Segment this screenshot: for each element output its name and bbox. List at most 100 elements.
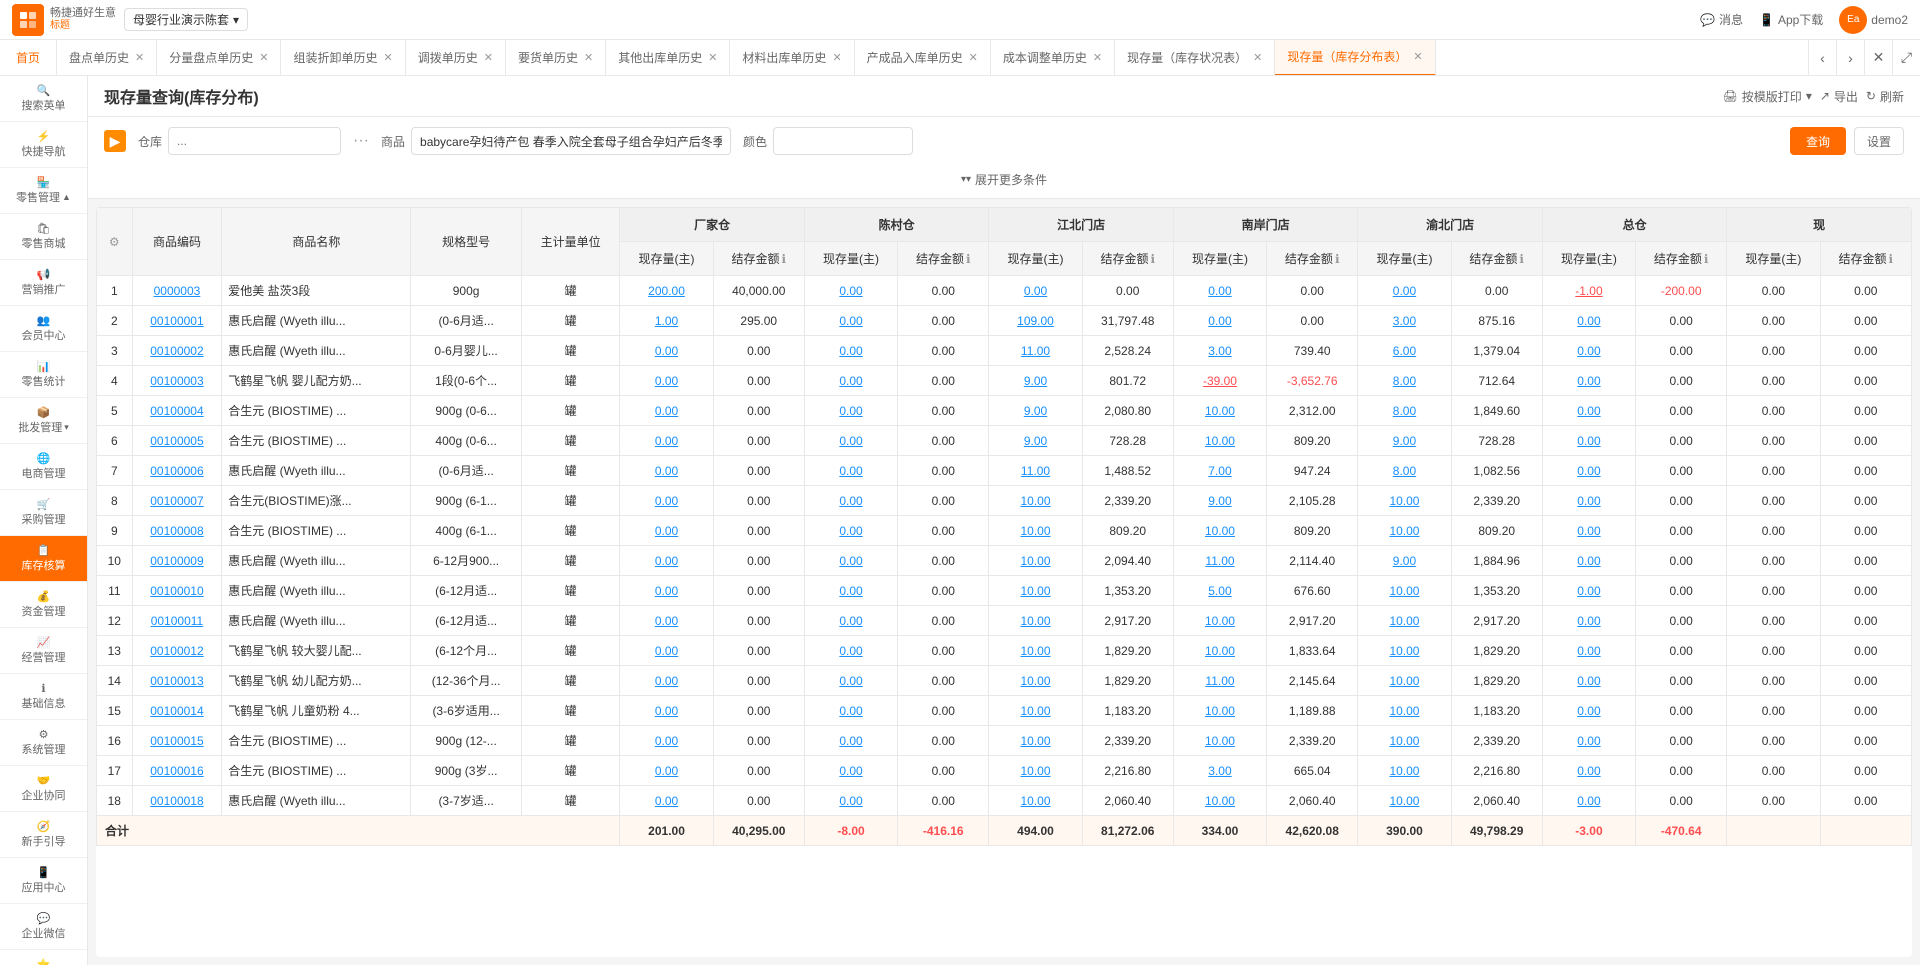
tab-close-icon[interactable]: ✕ xyxy=(384,51,393,64)
row-chen-cun[interactable]: 0.00 xyxy=(804,336,897,366)
row-code[interactable]: 00100010 xyxy=(132,576,222,606)
row-code[interactable]: 00100004 xyxy=(132,396,222,426)
row-jiangbei-cun[interactable]: 9.00 xyxy=(989,426,1082,456)
row-zong-cun[interactable]: 0.00 xyxy=(1542,696,1635,726)
refresh-btn[interactable]: ↻ 刷新 xyxy=(1866,88,1904,105)
row-nanan-cun[interactable]: 5.00 xyxy=(1173,576,1266,606)
row-yubei-cun[interactable]: 10.00 xyxy=(1358,696,1451,726)
row-changjia-cun[interactable]: 0.00 xyxy=(620,786,713,816)
row-code[interactable]: 00100012 xyxy=(132,636,222,666)
tab-close-icon[interactable]: ✕ xyxy=(1413,50,1422,63)
row-code[interactable]: 0000003 xyxy=(132,276,222,306)
row-zong-cun[interactable]: 0.00 xyxy=(1542,606,1635,636)
tab-liaochuku[interactable]: 材料出库单历史 ✕ xyxy=(730,40,854,76)
tab-next-btn[interactable]: › xyxy=(1836,40,1864,76)
sidebar-item-ecommerce[interactable]: 🌐 电商管理 xyxy=(0,444,87,490)
row-chen-cun[interactable]: 0.00 xyxy=(804,666,897,696)
app-download-btn[interactable]: 📱 App下载 xyxy=(1759,11,1823,28)
row-chen-cun[interactable]: 0.00 xyxy=(804,276,897,306)
row-yubei-cun[interactable]: 10.00 xyxy=(1358,576,1451,606)
row-zong-cun[interactable]: 0.00 xyxy=(1542,726,1635,756)
row-yubei-cun[interactable]: 9.00 xyxy=(1358,546,1451,576)
sidebar-item-quicknav[interactable]: ⚡ 快捷导航 xyxy=(0,122,87,168)
row-zong-cun[interactable]: -1.00 xyxy=(1542,276,1635,306)
collapse-search-btn[interactable]: ▶ xyxy=(104,130,126,152)
row-changjia-cun[interactable]: 0.00 xyxy=(620,576,713,606)
export-btn[interactable]: ↗ 导出 xyxy=(1820,88,1858,105)
row-jiangbei-cun[interactable]: 9.00 xyxy=(989,396,1082,426)
row-nanan-cun[interactable]: 10.00 xyxy=(1173,696,1266,726)
row-nanan-cun[interactable]: 0.00 xyxy=(1173,306,1266,336)
row-chen-cun[interactable]: 0.00 xyxy=(804,576,897,606)
row-zong-cun[interactable]: 0.00 xyxy=(1542,486,1635,516)
sidebar-item-purchase[interactable]: 🛒 采购管理 xyxy=(0,490,87,536)
row-changjia-cun[interactable]: 1.00 xyxy=(620,306,713,336)
row-nanan-cun[interactable]: 0.00 xyxy=(1173,276,1266,306)
tab-qitachuku[interactable]: 其他出库单历史 ✕ xyxy=(606,40,730,76)
sidebar-item-finance[interactable]: 💰 资金管理 xyxy=(0,582,87,628)
row-nanan-cun[interactable]: -39.00 xyxy=(1173,366,1266,396)
row-jiangbei-cun[interactable]: 10.00 xyxy=(989,726,1082,756)
row-yubei-cun[interactable]: 10.00 xyxy=(1358,516,1451,546)
row-changjia-cun[interactable]: 0.00 xyxy=(620,366,713,396)
row-yubei-cun[interactable]: 10.00 xyxy=(1358,486,1451,516)
row-zong-cun[interactable]: 0.00 xyxy=(1542,396,1635,426)
tab-close-icon[interactable]: ✕ xyxy=(1093,51,1102,64)
tab-prev-btn[interactable]: ‹ xyxy=(1808,40,1836,76)
row-zong-cun[interactable]: 0.00 xyxy=(1542,336,1635,366)
sidebar-item-retail-stats[interactable]: 📊 零售统计 xyxy=(0,352,87,398)
row-code[interactable]: 00100008 xyxy=(132,516,222,546)
row-chen-cun[interactable]: 0.00 xyxy=(804,426,897,456)
query-btn[interactable]: 查询 xyxy=(1790,127,1846,155)
row-jiangbei-cun[interactable]: 10.00 xyxy=(989,546,1082,576)
row-nanan-cun[interactable]: 7.00 xyxy=(1173,456,1266,486)
tab-close-icon[interactable]: ✕ xyxy=(135,51,144,64)
tab-close-all-btn[interactable]: ✕ xyxy=(1864,40,1892,76)
row-zong-cun[interactable]: 0.00 xyxy=(1542,366,1635,396)
row-chen-cun[interactable]: 0.00 xyxy=(804,366,897,396)
row-nanan-cun[interactable]: 10.00 xyxy=(1173,726,1266,756)
row-yubei-cun[interactable]: 10.00 xyxy=(1358,666,1451,696)
row-jiangbei-cun[interactable]: 10.00 xyxy=(989,786,1082,816)
row-code[interactable]: 00100007 xyxy=(132,486,222,516)
tab-close-icon[interactable]: ✕ xyxy=(969,51,978,64)
expand-more-btn[interactable]: ▾▾ 展开更多条件 xyxy=(961,171,1047,188)
row-yubei-cun[interactable]: 8.00 xyxy=(1358,396,1451,426)
row-code[interactable]: 00100001 xyxy=(132,306,222,336)
row-changjia-cun[interactable]: 0.00 xyxy=(620,606,713,636)
row-chen-cun[interactable]: 0.00 xyxy=(804,606,897,636)
sidebar-item-members[interactable]: 👥 会员中心 xyxy=(0,306,87,352)
warehouse-input[interactable] xyxy=(168,127,341,155)
tab-close-icon[interactable]: ✕ xyxy=(708,51,717,64)
tab-chengpinruku[interactable]: 产成品入库单历史 ✕ xyxy=(855,40,991,76)
row-code[interactable]: 00100018 xyxy=(132,786,222,816)
sidebar-item-app-center[interactable]: 📱 应用中心 xyxy=(0,858,87,904)
row-changjia-cun[interactable]: 0.00 xyxy=(620,456,713,486)
row-changjia-cun[interactable]: 0.00 xyxy=(620,756,713,786)
row-jiangbei-cun[interactable]: 10.00 xyxy=(989,756,1082,786)
row-yubei-cun[interactable]: 6.00 xyxy=(1358,336,1451,366)
row-nanan-cun[interactable]: 10.00 xyxy=(1173,516,1266,546)
row-code[interactable]: 00100011 xyxy=(132,606,222,636)
row-code[interactable]: 00100005 xyxy=(132,426,222,456)
tab-yaohuo[interactable]: 要货单历史 ✕ xyxy=(506,40,606,76)
row-changjia-cun[interactable]: 0.00 xyxy=(620,426,713,456)
row-chen-cun[interactable]: 0.00 xyxy=(804,456,897,486)
row-changjia-cun[interactable]: 200.00 xyxy=(620,276,713,306)
sidebar-item-enterprise-collab[interactable]: 🤝 企业协同 xyxy=(0,766,87,812)
settings-btn[interactable]: 设置 xyxy=(1854,127,1904,155)
warehouse-more-btn[interactable]: ··· xyxy=(353,132,369,150)
row-code[interactable]: 00100006 xyxy=(132,456,222,486)
row-yubei-cun[interactable]: 10.00 xyxy=(1358,636,1451,666)
row-nanan-cun[interactable]: 3.00 xyxy=(1173,336,1266,366)
row-code[interactable]: 00100009 xyxy=(132,546,222,576)
print-btn[interactable]: 🖨 按模版打印 ▾ xyxy=(1723,88,1812,105)
row-zong-cun[interactable]: 0.00 xyxy=(1542,516,1635,546)
row-nanan-cun[interactable]: 10.00 xyxy=(1173,396,1266,426)
row-yubei-cun[interactable]: 10.00 xyxy=(1358,786,1451,816)
row-chen-cun[interactable]: 0.00 xyxy=(804,726,897,756)
row-jiangbei-cun[interactable]: 0.00 xyxy=(989,276,1082,306)
row-changjia-cun[interactable]: 0.00 xyxy=(620,546,713,576)
row-chen-cun[interactable]: 0.00 xyxy=(804,756,897,786)
tab-close-icon[interactable]: ✕ xyxy=(1253,51,1262,64)
